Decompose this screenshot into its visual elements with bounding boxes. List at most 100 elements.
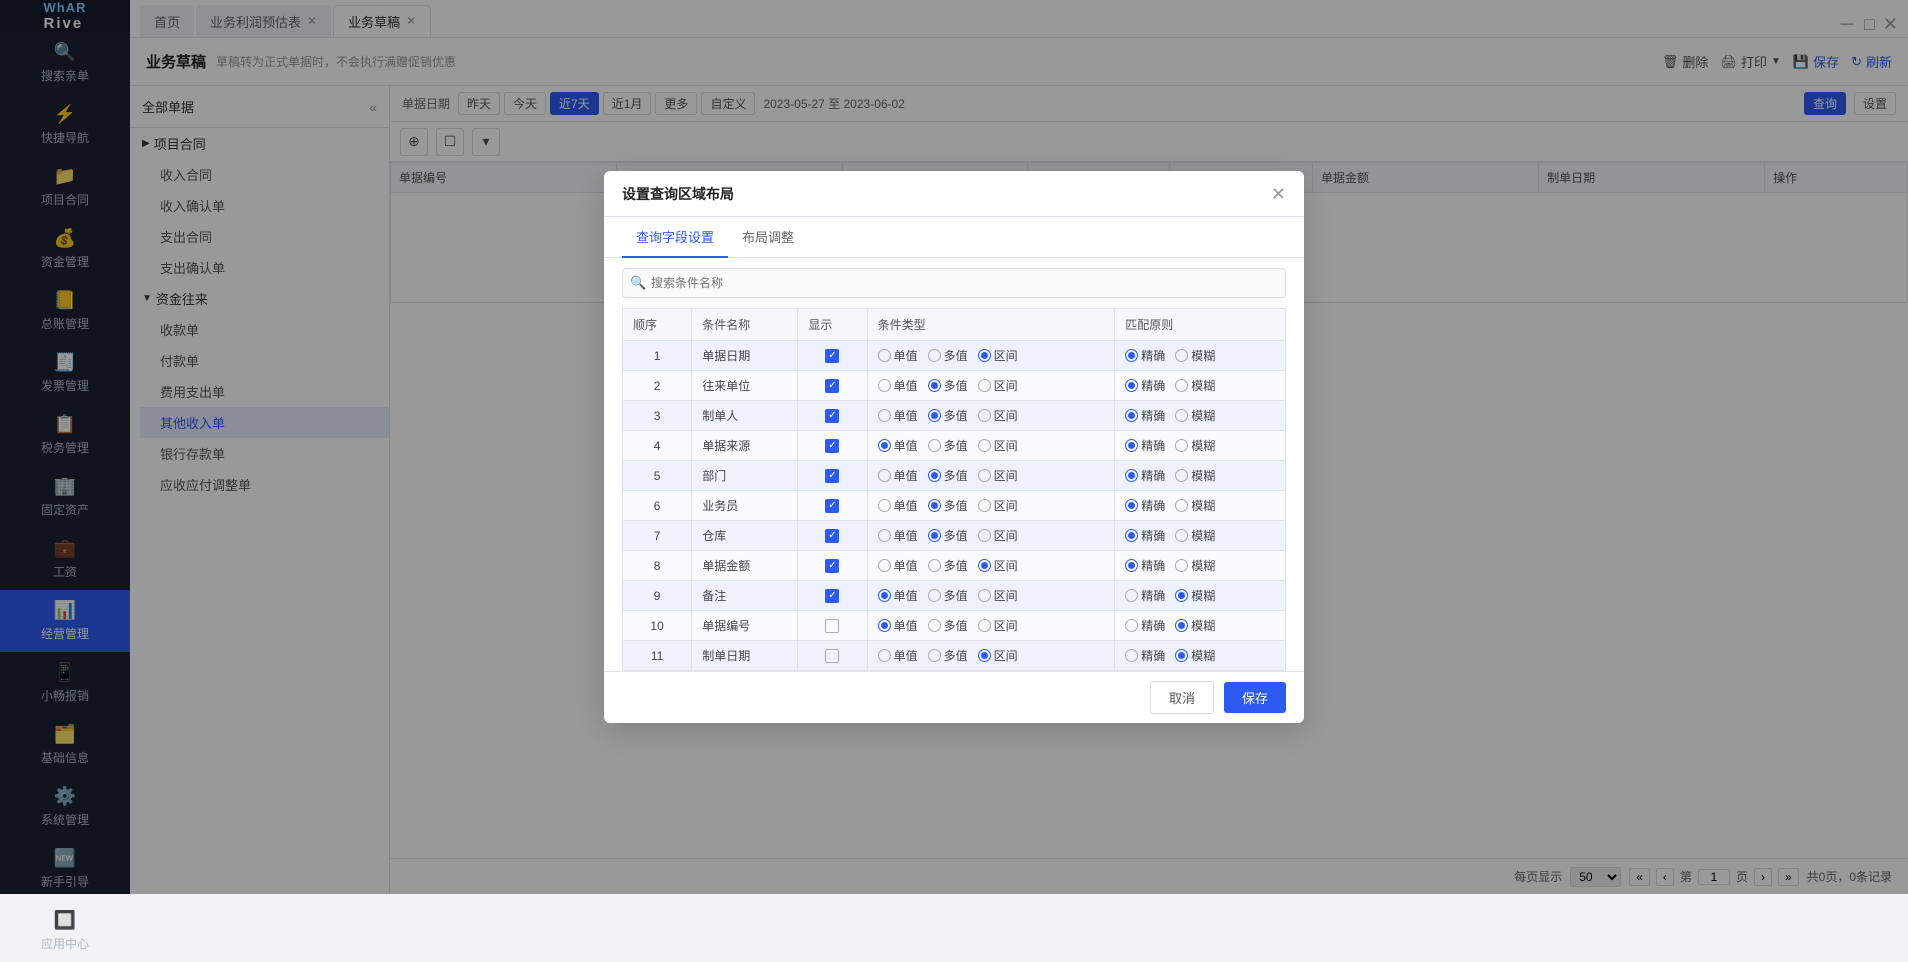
type-radio-5-single[interactable]: 单值 — [878, 497, 918, 514]
type-radio-8-multi[interactable]: 多值 — [928, 587, 968, 604]
row-match-0[interactable]: 精确模糊 — [1115, 341, 1286, 371]
row-type-5[interactable]: 单值多值区间 — [867, 491, 1115, 521]
type-radio-2-multi[interactable]: 多值 — [928, 407, 968, 424]
type-radio-10-range[interactable]: 区间 — [978, 647, 1018, 664]
type-radio-7-range[interactable]: 区间 — [978, 557, 1018, 574]
modal-tab-layout-adjust[interactable]: 布局调整 — [728, 217, 808, 258]
row-type-8[interactable]: 单值多值区间 — [867, 581, 1115, 611]
match-radio-4-fuzzy[interactable]: 模糊 — [1175, 467, 1215, 484]
modal-close-btn[interactable]: ✕ — [1271, 185, 1286, 203]
row-show-7[interactable]: ✓ — [798, 551, 867, 581]
match-radio-9-fuzzy[interactable]: 模糊 — [1175, 617, 1215, 634]
row-show-3[interactable]: ✓ — [798, 431, 867, 461]
match-radio-4-accurate[interactable]: 精确 — [1125, 467, 1165, 484]
type-radio-3-single[interactable]: 单值 — [878, 437, 918, 454]
row-type-10[interactable]: 单值多值区间 — [867, 641, 1115, 671]
type-radio-10-multi[interactable]: 多值 — [928, 647, 968, 664]
checkbox-10[interactable] — [825, 649, 839, 663]
type-radio-7-single[interactable]: 单值 — [878, 557, 918, 574]
row-type-6[interactable]: 单值多值区间 — [867, 521, 1115, 551]
row-type-7[interactable]: 单值多值区间 — [867, 551, 1115, 581]
type-radio-6-single[interactable]: 单值 — [878, 527, 918, 544]
checkbox-0[interactable]: ✓ — [825, 349, 839, 363]
checkbox-5[interactable]: ✓ — [825, 499, 839, 513]
row-show-9[interactable] — [798, 611, 867, 641]
modal-search-input[interactable] — [622, 268, 1286, 298]
modal-tab-field-settings[interactable]: 查询字段设置 — [622, 217, 728, 258]
match-radio-3-fuzzy[interactable]: 模糊 — [1175, 437, 1215, 454]
cancel-btn[interactable]: 取消 — [1150, 681, 1214, 714]
row-match-3[interactable]: 精确模糊 — [1115, 431, 1286, 461]
match-radio-1-accurate[interactable]: 精确 — [1125, 377, 1165, 394]
row-type-4[interactable]: 单值多值区间 — [867, 461, 1115, 491]
type-radio-1-multi[interactable]: 多值 — [928, 377, 968, 394]
type-radio-3-range[interactable]: 区间 — [978, 437, 1018, 454]
match-radio-3-accurate[interactable]: 精确 — [1125, 437, 1165, 454]
type-radio-0-multi[interactable]: 多值 — [928, 347, 968, 364]
row-match-8[interactable]: 精确模糊 — [1115, 581, 1286, 611]
type-radio-3-multi[interactable]: 多值 — [928, 437, 968, 454]
modal-overlay[interactable]: 设置查询区域布局 ✕ 查询字段设置布局调整 🔍 顺序条件名称显示条件类型匹配原则… — [0, 0, 1908, 894]
row-show-8[interactable]: ✓ — [798, 581, 867, 611]
row-type-2[interactable]: 单值多值区间 — [867, 401, 1115, 431]
row-match-4[interactable]: 精确模糊 — [1115, 461, 1286, 491]
type-radio-0-range[interactable]: 区间 — [978, 347, 1018, 364]
row-show-6[interactable]: ✓ — [798, 521, 867, 551]
modal-save-btn[interactable]: 保存 — [1224, 682, 1286, 713]
match-radio-8-accurate[interactable]: 精确 — [1125, 587, 1165, 604]
type-radio-2-single[interactable]: 单值 — [878, 407, 918, 424]
type-radio-1-single[interactable]: 单值 — [878, 377, 918, 394]
sidebar-item-app-center[interactable]: 🔲应用中心 — [0, 900, 130, 962]
type-radio-7-multi[interactable]: 多值 — [928, 557, 968, 574]
type-radio-8-range[interactable]: 区间 — [978, 587, 1018, 604]
row-match-6[interactable]: 精确模糊 — [1115, 521, 1286, 551]
type-radio-9-range[interactable]: 区间 — [978, 617, 1018, 634]
type-radio-10-single[interactable]: 单值 — [878, 647, 918, 664]
match-radio-6-fuzzy[interactable]: 模糊 — [1175, 527, 1215, 544]
row-show-1[interactable]: ✓ — [798, 371, 867, 401]
row-type-1[interactable]: 单值多值区间 — [867, 371, 1115, 401]
type-radio-2-range[interactable]: 区间 — [978, 407, 1018, 424]
match-radio-0-accurate[interactable]: 精确 — [1125, 347, 1165, 364]
checkbox-8[interactable]: ✓ — [825, 589, 839, 603]
type-radio-5-multi[interactable]: 多值 — [928, 497, 968, 514]
match-radio-5-accurate[interactable]: 精确 — [1125, 497, 1165, 514]
match-radio-7-fuzzy[interactable]: 模糊 — [1175, 557, 1215, 574]
match-radio-10-fuzzy[interactable]: 模糊 — [1175, 647, 1215, 664]
checkbox-2[interactable]: ✓ — [825, 409, 839, 423]
row-type-9[interactable]: 单值多值区间 — [867, 611, 1115, 641]
row-type-3[interactable]: 单值多值区间 — [867, 431, 1115, 461]
match-radio-6-accurate[interactable]: 精确 — [1125, 527, 1165, 544]
match-radio-8-fuzzy[interactable]: 模糊 — [1175, 587, 1215, 604]
type-radio-6-range[interactable]: 区间 — [978, 527, 1018, 544]
match-radio-9-accurate[interactable]: 精确 — [1125, 617, 1165, 634]
row-show-10[interactable] — [798, 641, 867, 671]
row-match-1[interactable]: 精确模糊 — [1115, 371, 1286, 401]
row-show-0[interactable]: ✓ — [798, 341, 867, 371]
type-radio-4-single[interactable]: 单值 — [878, 467, 918, 484]
row-show-5[interactable]: ✓ — [798, 491, 867, 521]
type-radio-4-range[interactable]: 区间 — [978, 467, 1018, 484]
checkbox-1[interactable]: ✓ — [825, 379, 839, 393]
row-match-2[interactable]: 精确模糊 — [1115, 401, 1286, 431]
match-radio-1-fuzzy[interactable]: 模糊 — [1175, 377, 1215, 394]
row-match-10[interactable]: 精确模糊 — [1115, 641, 1286, 671]
row-type-0[interactable]: 单值多值区间 — [867, 341, 1115, 371]
match-radio-7-accurate[interactable]: 精确 — [1125, 557, 1165, 574]
match-radio-2-accurate[interactable]: 精确 — [1125, 407, 1165, 424]
row-show-4[interactable]: ✓ — [798, 461, 867, 491]
type-radio-4-multi[interactable]: 多值 — [928, 467, 968, 484]
type-radio-8-single[interactable]: 单值 — [878, 587, 918, 604]
row-show-2[interactable]: ✓ — [798, 401, 867, 431]
row-match-9[interactable]: 精确模糊 — [1115, 611, 1286, 641]
checkbox-6[interactable]: ✓ — [825, 529, 839, 543]
type-radio-0-single[interactable]: 单值 — [878, 347, 918, 364]
type-radio-9-multi[interactable]: 多值 — [928, 617, 968, 634]
row-match-5[interactable]: 精确模糊 — [1115, 491, 1286, 521]
match-radio-2-fuzzy[interactable]: 模糊 — [1175, 407, 1215, 424]
type-radio-9-single[interactable]: 单值 — [878, 617, 918, 634]
match-radio-5-fuzzy[interactable]: 模糊 — [1175, 497, 1215, 514]
checkbox-7[interactable]: ✓ — [825, 559, 839, 573]
type-radio-5-range[interactable]: 区间 — [978, 497, 1018, 514]
checkbox-9[interactable] — [825, 619, 839, 633]
